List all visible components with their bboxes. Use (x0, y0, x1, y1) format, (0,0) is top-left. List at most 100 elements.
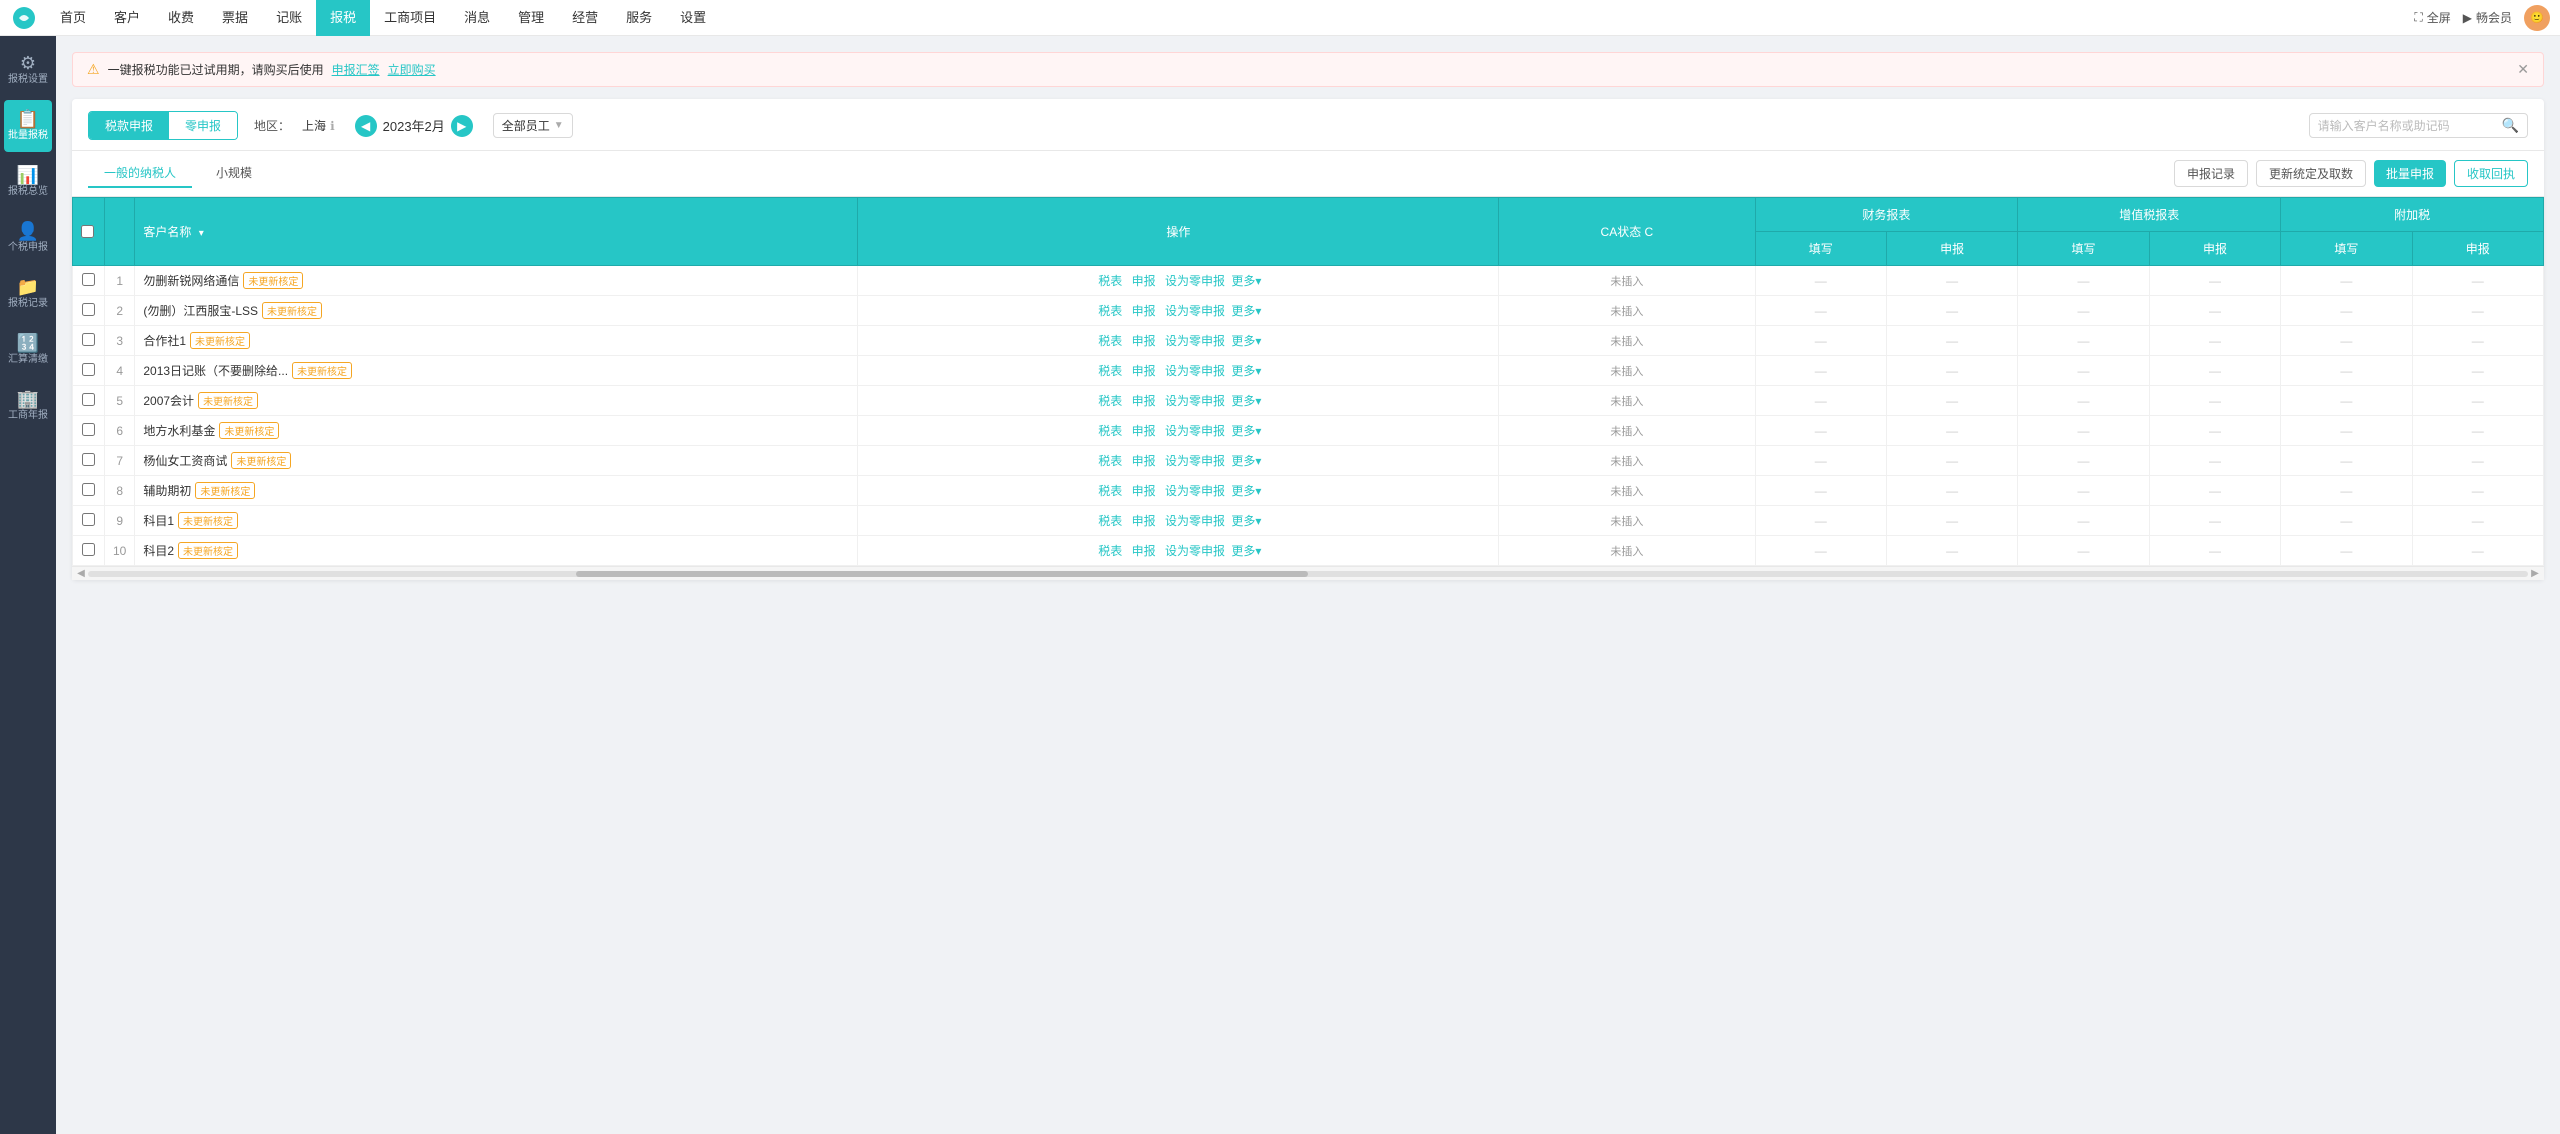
sort-icon[interactable]: ▾ (199, 228, 204, 239)
tab-zero-declaration[interactable]: 零申报 (169, 112, 237, 139)
nav-settings[interactable]: 设置 (666, 0, 720, 36)
op-more[interactable]: 更多▾ (1231, 484, 1261, 498)
op-declare[interactable]: 申报 (1132, 514, 1156, 528)
staff-filter-dropdown[interactable]: 全部员工 ▼ (493, 113, 573, 138)
fullscreen-button[interactable]: ⛶ 全屏 (2414, 9, 2450, 26)
sidebar-item-batch-tax[interactable]: 📋 批量报税 (4, 100, 52, 152)
row-checkbox[interactable] (82, 363, 95, 376)
declaration-record-button[interactable]: 申报记录 (2174, 160, 2248, 187)
op-tax-form[interactable]: 税表 (1098, 394, 1122, 408)
date-next-button[interactable]: ▶ (451, 115, 473, 137)
op-more[interactable]: 更多▾ (1231, 394, 1261, 408)
scroll-thumb[interactable] (576, 571, 1308, 577)
search-input[interactable] (2318, 119, 2498, 133)
member-button[interactable]: ▶ 畅会员 (2463, 9, 2512, 26)
row-checkbox[interactable] (82, 543, 95, 556)
banner-link-buy[interactable]: 立即购买 (388, 61, 436, 78)
date-prev-button[interactable]: ◀ (355, 115, 377, 137)
tab-general-taxpayer[interactable]: 一般的纳税人 (88, 159, 192, 188)
op-more[interactable]: 更多▾ (1231, 424, 1261, 438)
row-checkbox[interactable] (82, 333, 95, 346)
op-declare[interactable]: 申报 (1132, 304, 1156, 318)
region-info-icon[interactable]: ℹ (330, 119, 335, 133)
op-declare[interactable]: 申报 (1132, 454, 1156, 468)
sidebar-item-personal-tax[interactable]: 👤 个税申报 (4, 212, 52, 264)
op-tax-form[interactable]: 税表 (1098, 514, 1122, 528)
row-checkbox[interactable] (82, 393, 95, 406)
op-declare[interactable]: 申报 (1132, 544, 1156, 558)
op-more[interactable]: 更多▾ (1231, 514, 1261, 528)
fin-declare-cell: — (1886, 266, 2017, 296)
nav-business[interactable]: 工商项目 (370, 0, 450, 36)
op-zero-declare[interactable]: 设为零申报 (1165, 454, 1225, 468)
op-zero-declare[interactable]: 设为零申报 (1165, 514, 1225, 528)
nav-bookkeeping[interactable]: 记账 (262, 0, 316, 36)
add-declare-cell: — (2412, 446, 2543, 476)
sidebar-item-tax-overview[interactable]: 📊 报税总览 (4, 156, 52, 208)
op-zero-declare[interactable]: 设为零申报 (1165, 364, 1225, 378)
banner-close-button[interactable]: ✕ (2517, 61, 2529, 78)
op-more[interactable]: 更多▾ (1231, 334, 1261, 348)
operations-cell: 税表 申报 设为零申报 更多▾ (858, 476, 1499, 506)
op-declare[interactable]: 申报 (1132, 274, 1156, 288)
row-checkbox[interactable] (82, 303, 95, 316)
add-fill-cell: — (2281, 506, 2412, 536)
nav-client[interactable]: 客户 (100, 0, 154, 36)
row-checkbox[interactable] (82, 483, 95, 496)
row-checkbox[interactable] (82, 453, 95, 466)
op-zero-declare[interactable]: 设为零申报 (1165, 544, 1225, 558)
op-tax-form[interactable]: 税表 (1098, 424, 1122, 438)
nav-manage[interactable]: 管理 (504, 0, 558, 36)
sidebar-item-business-report[interactable]: 🏢 工商年报 (4, 380, 52, 432)
op-tax-form[interactable]: 税表 (1098, 274, 1122, 288)
op-tax-form[interactable]: 税表 (1098, 364, 1122, 378)
row-checkbox[interactable] (82, 513, 95, 526)
op-declare[interactable]: 申报 (1132, 334, 1156, 348)
op-zero-declare[interactable]: 设为零申报 (1165, 424, 1225, 438)
nav-service[interactable]: 服务 (612, 0, 666, 36)
sidebar-item-tax-settings[interactable]: ⚙ 报税设置 (4, 44, 52, 96)
select-all-checkbox[interactable] (81, 225, 94, 238)
op-zero-declare[interactable]: 设为零申报 (1165, 394, 1225, 408)
op-declare[interactable]: 申报 (1132, 424, 1156, 438)
avatar[interactable]: 🙂 (2524, 5, 2550, 31)
op-more[interactable]: 更多▾ (1231, 304, 1261, 318)
nav-message[interactable]: 消息 (450, 0, 504, 36)
scroll-left-button[interactable]: ◀ (74, 568, 88, 579)
op-more[interactable]: 更多▾ (1231, 454, 1261, 468)
batch-declare-button[interactable]: 批量申报 (2374, 160, 2446, 187)
op-declare[interactable]: 申报 (1132, 394, 1156, 408)
update-stats-button[interactable]: 更新统定及取数 (2256, 160, 2366, 187)
row-checkbox[interactable] (82, 423, 95, 436)
op-more[interactable]: 更多▾ (1231, 274, 1261, 288)
op-more[interactable]: 更多▾ (1231, 364, 1261, 378)
op-more[interactable]: 更多▾ (1231, 544, 1261, 558)
op-tax-form[interactable]: 税表 (1098, 334, 1122, 348)
op-zero-declare[interactable]: 设为零申报 (1165, 334, 1225, 348)
op-zero-declare[interactable]: 设为零申报 (1165, 274, 1225, 288)
op-zero-declare[interactable]: 设为零申报 (1165, 484, 1225, 498)
scroll-right-button[interactable]: ▶ (2528, 568, 2542, 579)
nav-tax[interactable]: 报税 (316, 0, 370, 36)
tab-tax-declaration[interactable]: 税款申报 (89, 112, 169, 139)
collect-receipt-button[interactable]: 收取回执 (2454, 160, 2528, 187)
horizontal-scrollbar[interactable]: ◀ ▶ (72, 566, 2544, 580)
row-checkbox[interactable] (82, 273, 95, 286)
nav-invoice[interactable]: 票据 (208, 0, 262, 36)
sidebar-item-tax-records[interactable]: 📁 报税记录 (4, 268, 52, 320)
sidebar-item-calc-clear[interactable]: 🔢 汇算清缴 (4, 324, 52, 376)
op-tax-form[interactable]: 税表 (1098, 304, 1122, 318)
op-tax-form[interactable]: 税表 (1098, 484, 1122, 498)
nav-home[interactable]: 首页 (46, 0, 100, 36)
nav-operation[interactable]: 经营 (558, 0, 612, 36)
nav-fee[interactable]: 收费 (154, 0, 208, 36)
search-box: 🔍 (2309, 113, 2528, 138)
op-declare[interactable]: 申报 (1132, 364, 1156, 378)
op-tax-form[interactable]: 税表 (1098, 544, 1122, 558)
op-zero-declare[interactable]: 设为零申报 (1165, 304, 1225, 318)
search-icon[interactable]: 🔍 (2502, 117, 2519, 134)
op-declare[interactable]: 申报 (1132, 484, 1156, 498)
tab-small-scale[interactable]: 小规模 (200, 159, 268, 188)
op-tax-form[interactable]: 税表 (1098, 454, 1122, 468)
banner-link-declaration[interactable]: 申报汇签 (332, 61, 380, 78)
